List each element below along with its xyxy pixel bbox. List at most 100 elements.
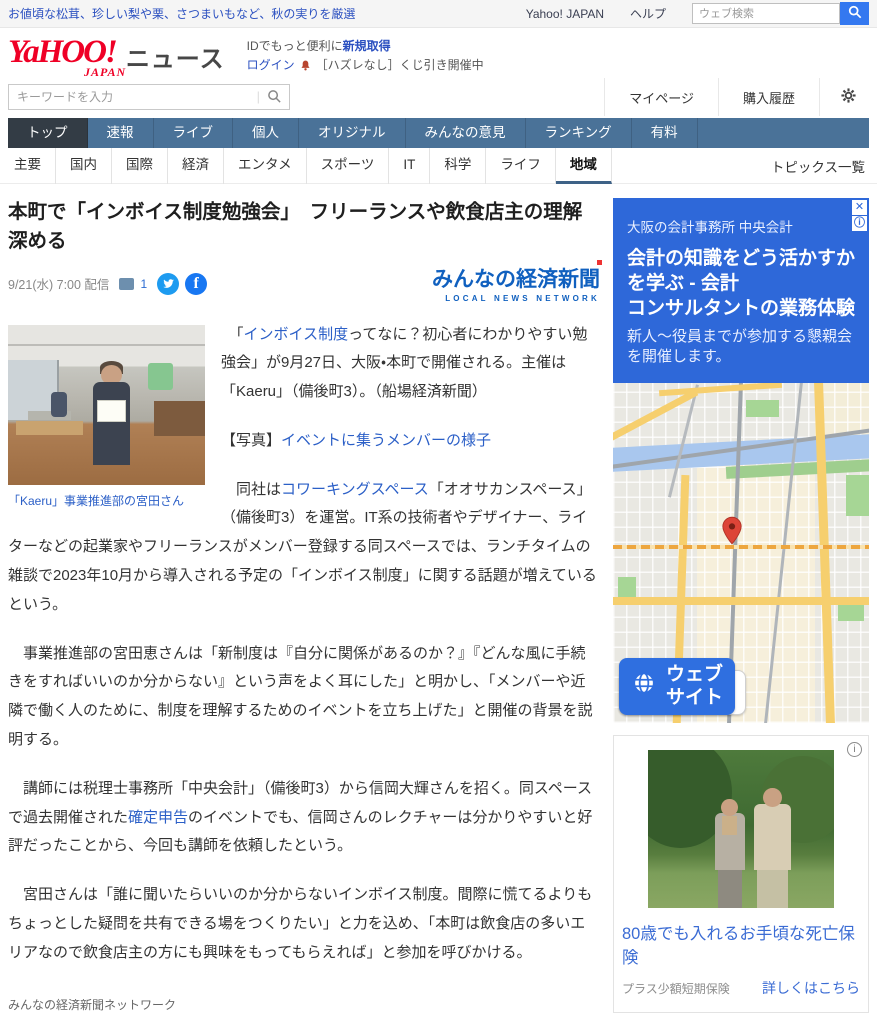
ad-advertiser: プラス少額短期保険 [622,981,730,996]
comment-icon[interactable] [119,277,135,290]
tab-top[interactable]: トップ [8,118,88,148]
invoice-link[interactable]: インボイス制度 [244,326,349,343]
category-nav: 主要 国内 国際 経済 エンタメ スポーツ IT 科学 ライフ 地域 トピックス… [0,147,877,184]
close-icon[interactable]: ✕ [852,200,867,215]
id-benefit-text: IDでもっと便利に [246,39,343,53]
web-search [692,2,869,25]
article-photo[interactable] [8,324,205,485]
yahoo-logo-japan: JAPAN [84,65,127,79]
photo-detail [763,787,782,807]
article-column: 本町で「インボイス制度勉強会」 フリーランスや飲食店主の理解深める 9/21(水… [8,198,602,1024]
keyword-search-input[interactable] [8,84,290,110]
tab-yuryo[interactable]: 有料 [632,118,698,148]
web-search-button[interactable] [840,2,869,25]
map-road-major [613,597,869,606]
page: お値頃な松茸、珍しい梨や栗、さつまいもなど、秋の実りを厳選 Yahoo! JAP… [0,0,877,1024]
photo-detail [8,343,205,346]
kuji-bell-icon [299,59,312,72]
ad-headline-link[interactable]: 80歳でも入れるお手頃な死亡保険 [622,920,860,968]
yahoo-news-logo[interactable]: YaHOO! JAPAN ニュース [8,36,225,80]
kakutei-shinkoku-link[interactable]: 確定申告 [128,809,188,826]
promo-link[interactable]: お値頃な松茸、珍しい梨や栗、さつまいもなど、秋の実りを厳選 [8,5,355,22]
map-park [618,576,637,598]
cat-it[interactable]: IT [389,147,431,184]
website-button[interactable]: ウェブ サイト [619,657,736,715]
article-figure: 「Kaeru」事業推進部の宮田さん [8,324,205,510]
input-divider: | [256,89,260,104]
cat-life[interactable]: ライフ [486,147,556,184]
coworking-link[interactable]: コワーキングスペース [281,481,429,498]
web-search-input[interactable] [692,3,840,24]
subnav-spacer [612,148,771,184]
insurance-ad[interactable]: i 80歳でも入れるお手頃な死亡保険 プラス少額短期保険 詳しくはこちら [613,735,869,1013]
news-logo-text: ニュース [125,46,225,73]
yahoo-japan-link[interactable]: Yahoo! JAPAN [526,7,604,21]
source-logo-subtext: LOCAL NEWS NETWORK [445,293,600,303]
content: 本町で「インボイス制度勉強会」 フリーランスや飲食店主の理解深める 9/21(水… [0,184,877,1024]
top-promo-bar: お値頃な松茸、珍しい梨や栗、さつまいもなど、秋の実りを厳選 Yahoo! JAP… [0,0,877,28]
tab-minna-no-iken[interactable]: みんなの意見 [406,118,526,148]
photo-caption-link[interactable]: 「Kaeru」事業推進部の宮田さん [8,493,205,510]
map-park [746,400,780,417]
accounting-ad[interactable]: ✕ ⓘ 大阪の会計事務所 中央会計 会計の知識をどう活かすかを学ぶ - 会計 コン… [613,198,869,383]
help-link[interactable]: ヘルプ [630,5,666,22]
cat-kagaku[interactable]: 科学 [430,147,487,184]
comment-count[interactable]: 1 [140,277,147,291]
cat-shuyo[interactable]: 主要 [8,147,56,184]
photo-detail [51,391,68,418]
tab-sokuho[interactable]: 速報 [88,118,154,148]
article-body: 「Kaeru」事業推進部の宮田さん 「インボイス制度ってなに？初心者にわかりやす… [8,321,600,1017]
ad-body: 新人〜役員までが参加する懇親会を開催します。 [627,328,853,366]
article-title: 本町で「インボイス制度勉強会」 フリーランスや飲食店主の理解深める [8,201,583,253]
photo-detail [754,803,792,871]
cat-entame[interactable]: エンタメ [224,147,307,184]
photo-detail [756,863,789,908]
logo-accent [597,259,602,265]
map-pin-icon[interactable] [721,516,743,546]
tab-original[interactable]: オリジナル [299,118,406,148]
sidebar: ✕ ⓘ 大阪の会計事務所 中央会計 会計の知識をどう活かすかを学ぶ - 会計 コン… [613,198,869,1024]
settings-button[interactable] [819,78,877,116]
search-icon [848,5,862,22]
adchoices-info-icon[interactable]: i [847,742,862,757]
login-area: IDでもっと便利に新規取得 ログイン ［ハズレなし］くじ引き開催中 [247,36,484,75]
mypage-link[interactable]: マイページ [604,78,718,116]
gear-icon [840,87,857,107]
ad-headline: 会計の知識をどう活かすかを学ぶ - 会計 コンサルタントの業務体験 [627,248,856,320]
tab-live[interactable]: ライブ [154,118,233,148]
photo-gallery-link[interactable]: イベントに集うメンバーの様子 [281,432,491,449]
facebook-share-icon[interactable]: f [185,272,208,295]
cat-chiiki[interactable]: 地域 [555,147,612,184]
photo-detail [96,399,127,423]
search-icon[interactable] [267,89,282,109]
twitter-share-icon[interactable] [157,272,180,295]
source-logo-text: みんなの経済新聞 [432,259,602,293]
cat-kokusai[interactable]: 国際 [112,147,168,184]
main-nav: トップ 速報 ライブ 個人 オリジナル みんなの意見 ランキング 有料 [8,118,869,148]
globe-icon [631,670,657,703]
photo-detail [153,401,205,437]
cat-kokunai[interactable]: 国内 [56,147,112,184]
topics-list-link[interactable]: トピックス一覧 [771,156,869,176]
source-network: みんなの経済新聞ネットワーク [8,997,177,1012]
campaign-text[interactable]: ［ハズレなし］くじ引き開催中 [316,56,484,75]
ad-cta-link[interactable]: 詳しくはこちら [762,978,860,998]
paragraph-5: 宮田さんは「誰に聞いたらいいのか分からないインボイス制度。間際に慌てるよりもちょ… [8,886,593,961]
keyword-search: | [8,84,290,110]
website-label: ウェブ サイト [666,663,724,709]
paragraph-3: 事業推進部の宮田恵さんは「新制度は『自分に関係があるのか？』『どんな風に手続きを… [8,644,593,749]
register-link[interactable]: 新規取得 [343,39,391,53]
login-link[interactable]: ログイン [247,56,295,75]
source-logo[interactable]: みんなの経済新聞 LOCAL NEWS NETWORK [432,259,602,303]
map-park [845,474,869,516]
map[interactable]: 経路案内 ウェブサイト [613,383,869,723]
purchase-history-link[interactable]: 購入履歴 [717,78,819,116]
cat-sports[interactable]: スポーツ [307,147,390,184]
paragraph-4: 講師には税理士事務所「中央会計」（備後町3）から信岡大輝さんを招く。同スペースで… [8,779,593,855]
photo-detail [722,816,738,836]
ad-controls: ✕ ⓘ [852,200,867,231]
adchoices-info-icon[interactable]: ⓘ [852,216,867,231]
cat-keizai[interactable]: 経済 [168,147,224,184]
tab-kojin[interactable]: 個人 [233,118,299,148]
tab-ranking[interactable]: ランキング [526,118,632,148]
